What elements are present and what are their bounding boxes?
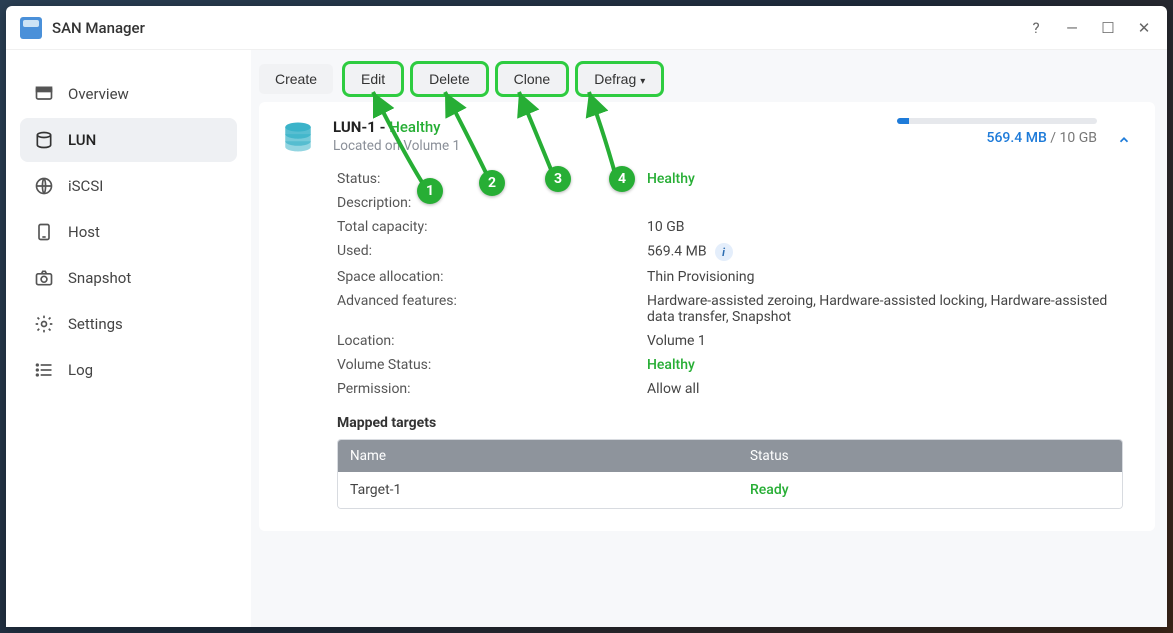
usage-text: 569.4 MB / 10 GB — [987, 130, 1097, 146]
camera-icon — [34, 268, 54, 288]
sidebar-item-snapshot[interactable]: Snapshot — [20, 256, 237, 300]
space-alloc-label: Space allocation: — [337, 269, 647, 285]
app-window: SAN Manager ? — ☐ ✕ Overview LUN — [6, 6, 1167, 627]
sidebar-item-label: Snapshot — [68, 269, 131, 287]
chevron-down-icon: ▾ — [640, 76, 645, 87]
sidebar-item-host[interactable]: Host — [20, 210, 237, 254]
sidebar: Overview LUN iSCSI Host — [6, 50, 251, 627]
space-alloc-value: Thin Provisioning — [647, 269, 1123, 285]
col-status: Status — [738, 440, 1122, 472]
advanced-label: Advanced features: — [337, 293, 647, 325]
advanced-value: Hardware-assisted zeroing, Hardware-assi… — [647, 293, 1123, 325]
globe-icon — [34, 176, 54, 196]
used-label: Used: — [337, 243, 647, 261]
dashboard-icon — [34, 84, 54, 104]
lun-details: Status:Healthy Description: Total capaci… — [259, 161, 1155, 531]
sidebar-item-settings[interactable]: Settings — [20, 302, 237, 346]
mapped-targets-title: Mapped targets — [337, 415, 1123, 431]
mapped-targets-table: Name Status Target-1 Ready — [337, 439, 1123, 509]
titlebar: SAN Manager ? — ☐ ✕ — [6, 6, 1167, 50]
table-row[interactable]: Target-1 Ready — [338, 472, 1122, 508]
close-icon[interactable]: ✕ — [1135, 19, 1153, 37]
sidebar-item-iscsi[interactable]: iSCSI — [20, 164, 237, 208]
total-capacity-label: Total capacity: — [337, 219, 647, 235]
sidebar-item-label: LUN — [68, 131, 96, 149]
col-name: Name — [338, 440, 738, 472]
volume-status-label: Volume Status: — [337, 357, 647, 373]
permission-value: Allow all — [647, 381, 1123, 397]
usage-progress-fill — [897, 118, 909, 124]
sidebar-item-label: Overview — [68, 85, 129, 103]
info-icon[interactable]: i — [715, 243, 733, 261]
annotation-bubble-1: 1 — [417, 178, 443, 204]
total-capacity-value: 10 GB — [647, 219, 1123, 235]
annotation-arrow-4 — [581, 82, 641, 182]
app-icon — [20, 17, 42, 39]
help-icon[interactable]: ? — [1027, 19, 1045, 37]
sidebar-item-lun[interactable]: LUN — [20, 118, 237, 162]
sidebar-item-label: Settings — [68, 315, 123, 333]
lun-icon — [34, 130, 54, 150]
location-label: Location: — [337, 333, 647, 349]
annotation-bubble-2: 2 — [479, 170, 505, 196]
database-icon — [281, 120, 315, 154]
usage-progress-bar — [897, 118, 1097, 124]
minimize-icon[interactable]: — — [1063, 19, 1081, 37]
annotation-arrow-1 — [355, 82, 445, 192]
content-area: Create Edit Delete Clone Defrag▾ LUN-1 -… — [251, 50, 1167, 627]
annotation-arrow-3 — [509, 82, 579, 182]
window-controls: ? — ☐ ✕ — [1027, 19, 1153, 37]
list-icon — [34, 360, 54, 380]
status-value: Healthy — [647, 171, 1123, 187]
sidebar-item-label: Log — [68, 361, 93, 379]
description-label: Description: — [337, 195, 647, 211]
window-title: SAN Manager — [52, 19, 1017, 37]
host-icon — [34, 222, 54, 242]
sidebar-item-label: Host — [68, 223, 100, 241]
table-header: Name Status — [338, 440, 1122, 472]
used-value: 569.4 MBi — [647, 243, 1123, 261]
permission-label: Permission: — [337, 381, 647, 397]
used-size: 569.4 MB — [987, 130, 1047, 146]
description-value — [647, 195, 1123, 211]
volume-status-value: Healthy — [647, 357, 1123, 373]
collapse-chevron-icon[interactable] — [1115, 126, 1133, 157]
location-value: Volume 1 — [647, 333, 1123, 349]
target-status: Ready — [738, 472, 1122, 508]
gear-icon — [34, 314, 54, 334]
create-button[interactable]: Create — [259, 64, 333, 94]
annotation-bubble-4: 4 — [609, 166, 635, 192]
annotation-arrow-2 — [433, 82, 513, 182]
maximize-icon[interactable]: ☐ — [1099, 19, 1117, 37]
sidebar-item-overview[interactable]: Overview — [20, 72, 237, 116]
total-size: 10 GB — [1060, 130, 1097, 146]
annotation-bubble-3: 3 — [545, 166, 571, 192]
target-name: Target-1 — [338, 472, 738, 508]
sidebar-item-log[interactable]: Log — [20, 348, 237, 392]
sidebar-item-label: iSCSI — [68, 177, 103, 195]
